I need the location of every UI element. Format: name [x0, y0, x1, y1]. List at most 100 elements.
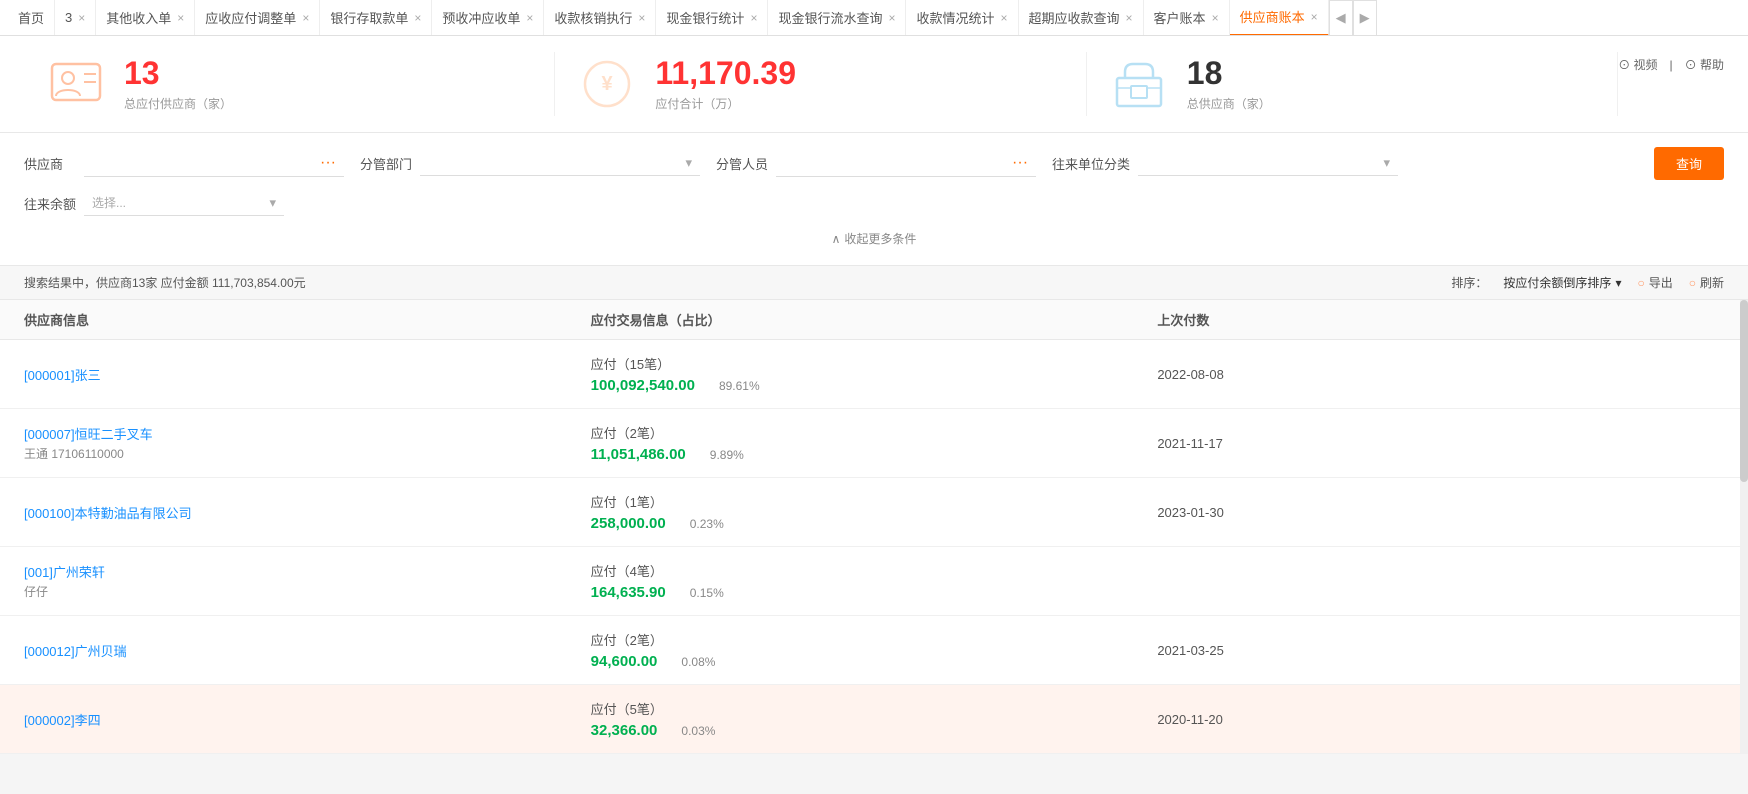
svg-text:¥: ¥: [602, 73, 614, 95]
table-container: 供应商信息 应付交易信息（占比） 上次付数 [000001]张三 应付（15笔）…: [0, 300, 1748, 754]
export-button[interactable]: ○ 导出: [1637, 274, 1672, 291]
pay-amount[interactable]: 100,092,540.00: [591, 377, 695, 394]
pay-amount[interactable]: 94,600.00: [591, 653, 658, 670]
pay-count: 应付（4笔）: [591, 561, 1158, 580]
results-actions: 排序： 按应付余额倒序排序 ▾ ○ 导出 ○ 刷新: [1451, 274, 1724, 291]
supplier-dots-icon[interactable]: ···: [320, 154, 336, 172]
nav-tab-customer-book[interactable]: 客户账本 ×: [1144, 0, 1230, 36]
col-supplier-info: 供应商信息: [24, 310, 591, 329]
nav-tab-3[interactable]: 3 ×: [55, 0, 96, 36]
pay-count: 应付（2笔）: [591, 423, 1158, 442]
supplier-info-cell: [000007]恒旺二手叉车 王通 17106110000: [24, 424, 591, 462]
supplier-link[interactable]: [000001]张三: [24, 365, 591, 384]
sort-select[interactable]: 按应付余额倒序排序 ▾: [1503, 274, 1621, 291]
nav-tab-cash-bank-stats[interactable]: 现金银行统计 ×: [656, 0, 768, 36]
nav-prev-arrow[interactable]: ◀: [1329, 0, 1353, 36]
pay-percent: 0.03%: [681, 724, 715, 738]
category-select[interactable]: ▾: [1138, 151, 1398, 176]
close-icon[interactable]: ×: [302, 11, 309, 25]
pay-amount[interactable]: 258,000.00: [591, 515, 666, 532]
nav-tab-prepaid[interactable]: 预收冲应收单 ×: [432, 0, 544, 36]
person-input[interactable]: ···: [776, 150, 1036, 177]
nav-tab-collection-stats[interactable]: 收款情况统计 ×: [906, 0, 1018, 36]
video-link[interactable]: ⊙ 视频: [1618, 56, 1657, 73]
person-dots-icon[interactable]: ···: [1012, 154, 1028, 172]
last-pay-date: 2021-11-17: [1157, 436, 1223, 451]
export-icon: ○: [1637, 276, 1644, 290]
close-icon[interactable]: ×: [638, 11, 645, 25]
help-link[interactable]: ⊙ 帮助: [1685, 56, 1724, 73]
close-icon[interactable]: ×: [1311, 10, 1318, 24]
supplier-link[interactable]: [000100]本特勤油品有限公司: [24, 503, 591, 522]
table-row: [000012]广州贝瑞 应付（2笔） 94,600.00 0.08% 2021…: [0, 616, 1748, 685]
nav-tab-supplier-book[interactable]: 供应商账本 ×: [1230, 0, 1329, 36]
pay-info-cell: 应付（2笔） 94,600.00 0.08%: [591, 630, 1158, 670]
pay-percent: 0.23%: [690, 517, 724, 531]
close-icon[interactable]: ×: [1212, 11, 1219, 25]
refresh-button[interactable]: ○ 刷新: [1689, 274, 1724, 291]
department-select[interactable]: ▾: [420, 151, 700, 176]
category-label: 往来单位分类: [1052, 154, 1130, 173]
total-supplier-icon: [1107, 52, 1171, 116]
filter-section: 供应商 ··· 分管部门 ▾ 分管人员 ··· 往来单位分类: [0, 133, 1748, 266]
last-pay-cell: 2021-11-17: [1157, 436, 1724, 451]
balance-select[interactable]: 选择... ▾: [84, 190, 284, 216]
pay-amount[interactable]: 32,366.00: [591, 722, 658, 739]
nav-tab-other-income[interactable]: 其他收入单 ×: [96, 0, 195, 36]
filter-department: 分管部门 ▾: [360, 151, 700, 176]
nav-tab-ar-ap-adjust[interactable]: 应收应付调整单 ×: [195, 0, 320, 36]
nav-tab-overdue[interactable]: 超期应收款查询 ×: [1019, 0, 1144, 36]
balance-label: 往来余额: [24, 194, 76, 213]
pay-info-cell: 应付（15笔） 100,092,540.00 89.61%: [591, 354, 1158, 394]
table-row: [001]广州荣轩 仔仔 应付（4笔） 164,635.90 0.15%: [0, 547, 1748, 616]
supplier-info-cell: [000002]李四: [24, 710, 591, 729]
pay-percent: 0.08%: [681, 655, 715, 669]
collapse-up-icon: ∧: [832, 232, 841, 246]
supplier-link[interactable]: [001]广州荣轩: [24, 562, 591, 581]
close-icon[interactable]: ×: [177, 11, 184, 25]
pay-amount[interactable]: 11,051,486.00: [591, 446, 686, 463]
close-icon[interactable]: ×: [1001, 11, 1008, 25]
nav-tab-home[interactable]: 首页: [8, 0, 55, 36]
chevron-down-icon: ▾: [685, 155, 692, 171]
last-pay-cell: 2020-11-20: [1157, 712, 1724, 727]
divider: |: [1670, 58, 1673, 72]
nav-tab-bank-deposit[interactable]: 银行存取款单 ×: [320, 0, 432, 36]
total-supplier-label: 总供应商（家）: [1187, 95, 1271, 112]
supplier-info-cell: [001]广州荣轩 仔仔: [24, 562, 591, 600]
filter-category: 往来单位分类 ▾: [1052, 151, 1398, 176]
nav-tab-cash-bank-flow[interactable]: 现金银行流水查询 ×: [768, 0, 906, 36]
supplier-link[interactable]: [000007]恒旺二手叉车: [24, 424, 591, 443]
results-text: 搜索结果中，供应商13家 应付金额 111,703,854.00元: [24, 274, 306, 291]
close-icon[interactable]: ×: [1126, 11, 1133, 25]
pay-percent: 0.15%: [690, 586, 724, 600]
pay-amount[interactable]: 164,635.90: [591, 584, 666, 601]
supplier-link[interactable]: [000012]广州贝瑞: [24, 641, 591, 660]
chevron-down-icon: ▾: [269, 195, 276, 211]
total-payable-number: 11,170.39: [655, 56, 796, 91]
filter-row-1: 供应商 ··· 分管部门 ▾ 分管人员 ··· 往来单位分类: [24, 147, 1724, 180]
last-pay-date: 2023-01-30: [1157, 505, 1224, 520]
close-icon[interactable]: ×: [414, 11, 421, 25]
refresh-icon: ○: [1689, 276, 1696, 290]
close-icon[interactable]: ×: [888, 11, 895, 25]
summary-card-payable-suppliers: 13 总应付供应商（家）: [24, 52, 555, 116]
top-nav: 首页 3 × 其他收入单 × 应收应付调整单 × 银行存取款单 × 预收冲应收单…: [0, 0, 1748, 36]
close-icon[interactable]: ×: [750, 11, 757, 25]
supplier-link[interactable]: [000002]李四: [24, 710, 591, 729]
supplier-input[interactable]: ···: [84, 150, 344, 177]
payable-supplier-icon: [44, 52, 108, 116]
scrollbar-thumb[interactable]: [1740, 300, 1748, 482]
total-supplier-number: 18: [1187, 56, 1271, 91]
payable-supplier-label: 总应付供应商（家）: [124, 95, 232, 112]
close-icon[interactable]: ×: [526, 11, 533, 25]
collapse-button[interactable]: ∧ 收起更多条件: [24, 226, 1724, 251]
search-button[interactable]: 查询: [1654, 147, 1724, 180]
vertical-scrollbar[interactable]: [1740, 300, 1748, 754]
department-label: 分管部门: [360, 154, 412, 173]
pay-count: 应付（1笔）: [591, 492, 1158, 511]
nav-next-arrow[interactable]: ▶: [1353, 0, 1377, 36]
close-icon[interactable]: ×: [78, 11, 85, 25]
pay-count: 应付（15笔）: [591, 354, 1158, 373]
nav-tab-collection[interactable]: 收款核销执行 ×: [544, 0, 656, 36]
